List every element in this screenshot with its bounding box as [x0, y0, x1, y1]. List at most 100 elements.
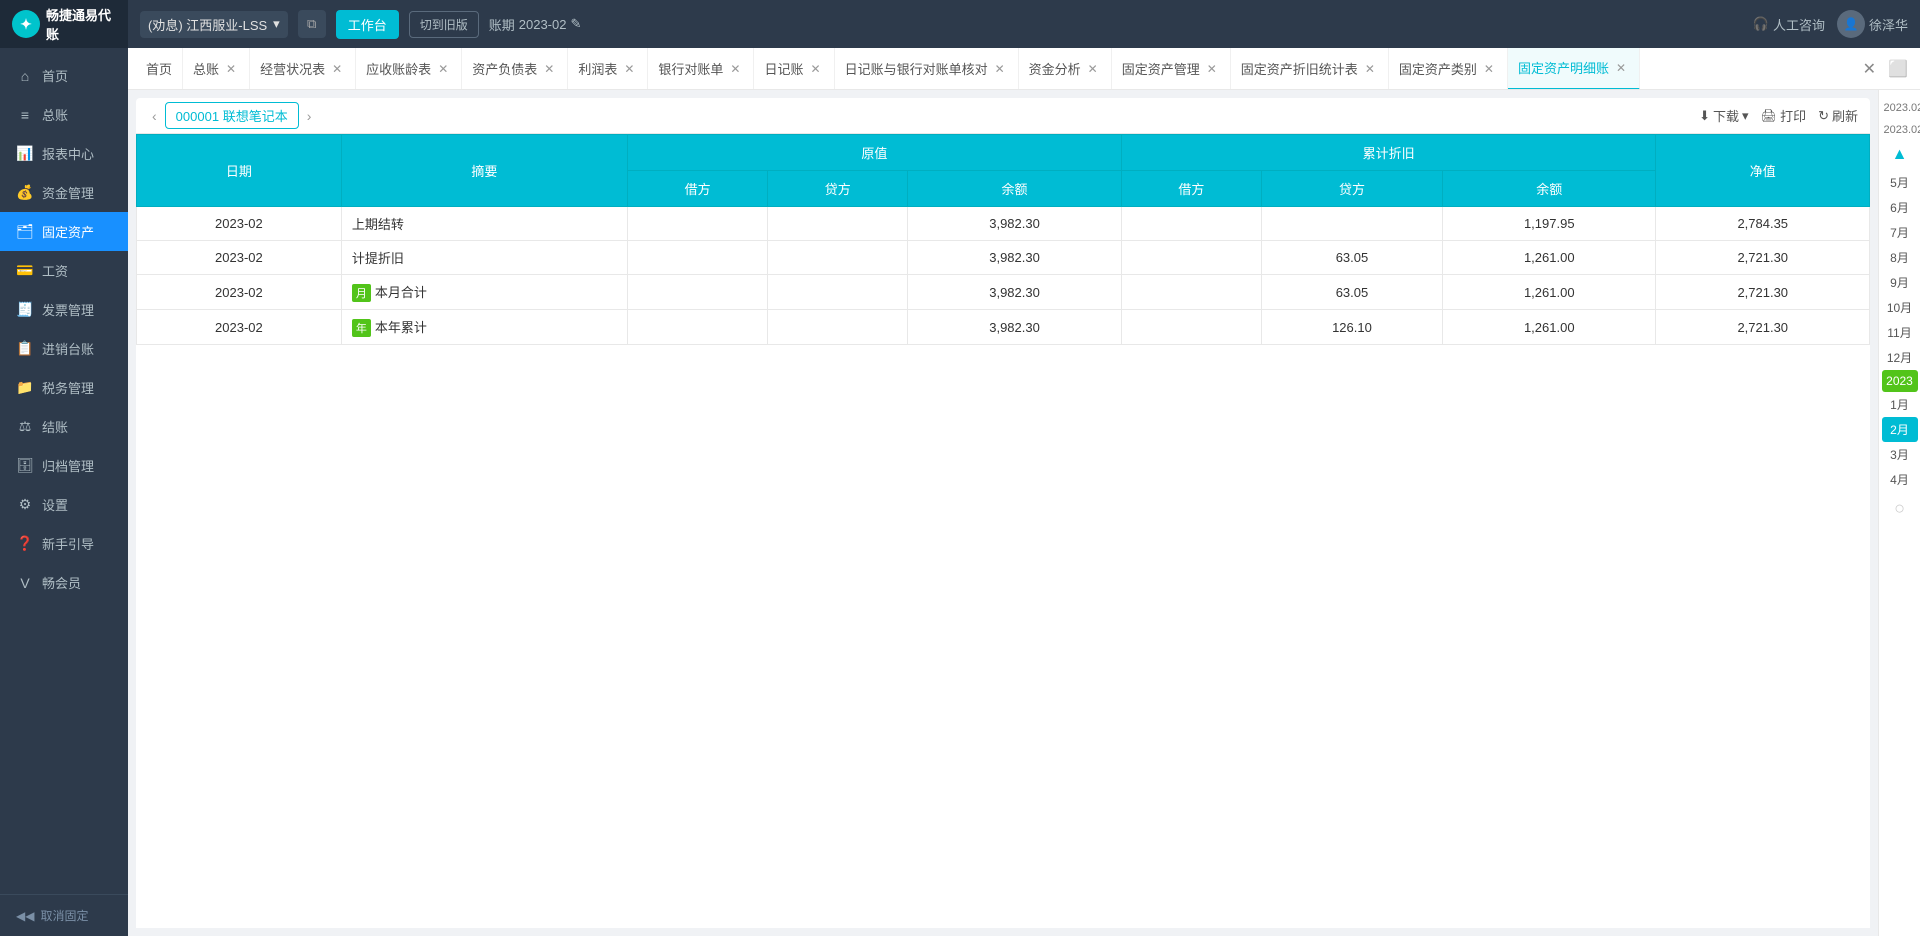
right-panel-month[interactable]: 9月: [1882, 270, 1918, 295]
user-menu[interactable]: 👤 徐泽华: [1837, 10, 1908, 38]
tab-close-bank-stmt[interactable]: ✕: [727, 61, 743, 77]
right-panel-month[interactable]: 11月: [1882, 320, 1918, 345]
tab-balance[interactable]: 资产负债表✕: [462, 48, 568, 90]
right-panel-month[interactable]: 6月: [1882, 195, 1918, 220]
right-panel-month[interactable]: 4月: [1882, 467, 1918, 492]
tab-label-home: 首页: [146, 59, 172, 78]
period-edit-icon[interactable]: ✎: [570, 16, 581, 32]
sidebar-item-reports[interactable]: 📊报表中心: [0, 134, 128, 173]
right-panel-month[interactable]: 5月: [1882, 170, 1918, 195]
tab-label-fa-category: 固定资产类别: [1399, 59, 1477, 78]
tab-journal-bank[interactable]: 日记账与银行对账单核对✕: [835, 48, 1019, 90]
sidebar-nav: ⌂首页≡总账📊报表中心💰资金管理🗂固定资产💳工资🧾发票管理📋进销台账📁税务管理⚖…: [0, 48, 128, 894]
tab-close-fa-category[interactable]: ✕: [1481, 61, 1497, 77]
sidebar-label-member: 畅会员: [42, 573, 81, 592]
right-panel-month[interactable]: 12月: [1882, 345, 1918, 370]
sidebar-item-salary[interactable]: 💳工资: [0, 251, 128, 290]
tax-icon: 📁: [16, 379, 34, 396]
sidebar-label-invoice: 发票管理: [42, 300, 94, 319]
user-name: 徐泽华: [1869, 15, 1908, 34]
oldver-button[interactable]: 切到旧版: [409, 11, 479, 38]
guide-icon: ❓: [16, 535, 34, 552]
tab-ledger[interactable]: 总账✕: [183, 48, 250, 90]
right-panel-month[interactable]: 3月: [1882, 442, 1918, 467]
tab-fund-analysis[interactable]: 资金分析✕: [1019, 48, 1112, 90]
cell-ad-debit: [1121, 310, 1261, 345]
tab-label-balance: 资产负债表: [472, 59, 537, 78]
tab-close-ledger[interactable]: ✕: [223, 61, 239, 77]
sidebar-item-home[interactable]: ⌂首页: [0, 56, 128, 95]
right-panel-period-top2: 2023.02: [1882, 120, 1918, 140]
logo-icon: ✦: [12, 10, 40, 38]
sidebar-label-funds: 资金管理: [42, 183, 94, 202]
right-panel-month[interactable]: 7月: [1882, 220, 1918, 245]
right-panel-up[interactable]: ▲: [1882, 142, 1918, 168]
table-container: 日期 摘要 原值 累计折旧 净值 借方 贷方 余额 借方 贷方 余额: [136, 134, 1870, 928]
tab-biz-status[interactable]: 经营状况表✕: [250, 48, 356, 90]
tab-journal[interactable]: 日记账✕: [754, 48, 834, 90]
close-all-tabs[interactable]: ✕: [1859, 55, 1880, 83]
service-link[interactable]: 🎧 人工咨询: [1753, 15, 1825, 34]
tab-fa-depreciation[interactable]: 固定资产折旧统计表✕: [1231, 48, 1389, 90]
company-dropdown-icon: ▾: [273, 16, 280, 32]
workbench-button[interactable]: 工作台: [336, 10, 399, 39]
tab-close-journal[interactable]: ✕: [808, 61, 824, 77]
tab-ar[interactable]: 应收账龄表✕: [356, 48, 462, 90]
col-ov-debit: 借方: [628, 171, 768, 207]
company-selector[interactable]: (劝息) 江西服业-LSS ▾: [140, 11, 288, 38]
tab-close-fa-mgmt[interactable]: ✕: [1204, 61, 1220, 77]
cell-ad-debit: [1121, 241, 1261, 275]
copy-button[interactable]: ⧉: [298, 10, 326, 38]
sidebar-footer[interactable]: ◀◀ 取消固定: [0, 894, 128, 936]
sidebar-label-archive: 归档管理: [42, 456, 94, 475]
sidebar-item-tax[interactable]: 📁税务管理: [0, 368, 128, 407]
tab-home[interactable]: 首页: [136, 48, 183, 90]
tab-close-journal-bank[interactable]: ✕: [992, 61, 1008, 77]
right-panel-month[interactable]: 8月: [1882, 245, 1918, 270]
sidebar-item-sales[interactable]: 📋进销台账: [0, 329, 128, 368]
download-btn[interactable]: ⬇ 下载 ▾: [1699, 106, 1748, 125]
tab-label-fa-detail: 固定资产明细账: [1518, 58, 1609, 77]
subnav-next[interactable]: ›: [303, 106, 316, 126]
asset-breadcrumb[interactable]: 000001 联想笔记本: [165, 102, 299, 129]
tab-close-fa-depreciation[interactable]: ✕: [1362, 61, 1378, 77]
tab-profit[interactable]: 利润表✕: [568, 48, 648, 90]
sidebar-item-guide[interactable]: ❓新手引导: [0, 524, 128, 563]
restore-tab[interactable]: ⬜: [1884, 55, 1912, 83]
salary-icon: 💳: [16, 262, 34, 279]
col-accumulated-depreciation: 累计折旧: [1121, 135, 1656, 171]
sidebar-item-ledger[interactable]: ≡总账: [0, 95, 128, 134]
tab-fa-mgmt[interactable]: 固定资产管理✕: [1112, 48, 1231, 90]
tab-close-fund-analysis[interactable]: ✕: [1085, 61, 1101, 77]
cell-net-value: 2,721.30: [1656, 241, 1870, 275]
cell-ov-debit: [628, 275, 768, 310]
sub-nav: ‹ 000001 联想笔记本 › ⬇ 下载 ▾ 🖨 打印: [136, 98, 1870, 134]
sidebar-item-member[interactable]: V畅会员: [0, 563, 128, 602]
tab-fa-detail[interactable]: 固定资产明细账✕: [1508, 48, 1640, 90]
tab-close-profit[interactable]: ✕: [621, 61, 637, 77]
right-panel-year-2023[interactable]: 2023: [1882, 370, 1918, 392]
tab-close-ar[interactable]: ✕: [435, 61, 451, 77]
sidebar-item-funds[interactable]: 💰资金管理: [0, 173, 128, 212]
col-ad-balance: 余额: [1443, 171, 1656, 207]
sidebar-item-fixed-assets[interactable]: 🗂固定资产: [0, 212, 128, 251]
subnav-prev[interactable]: ‹: [148, 106, 161, 126]
refresh-btn[interactable]: ↻ 刷新: [1818, 106, 1858, 125]
right-panel-month-active[interactable]: 2月: [1882, 417, 1918, 442]
sidebar-label-ledger: 总账: [42, 105, 68, 124]
sidebar-item-archive[interactable]: 🗄归档管理: [0, 446, 128, 485]
tab-fa-category[interactable]: 固定资产类别✕: [1389, 48, 1508, 90]
tab-label-fa-mgmt: 固定资产管理: [1122, 59, 1200, 78]
sidebar-label-settlement: 结账: [42, 417, 68, 436]
sidebar-item-invoice[interactable]: 🧾发票管理: [0, 290, 128, 329]
sidebar-item-settings[interactable]: ⚙设置: [0, 485, 128, 524]
right-panel-month[interactable]: 1月: [1882, 392, 1918, 417]
print-btn[interactable]: 🖨 打印: [1761, 106, 1807, 125]
tab-close-balance[interactable]: ✕: [541, 61, 557, 77]
tab-close-fa-detail[interactable]: ✕: [1613, 60, 1629, 76]
right-panel-month[interactable]: 10月: [1882, 295, 1918, 320]
tab-bank-stmt[interactable]: 银行对账单✕: [648, 48, 754, 90]
sidebar-item-settlement[interactable]: ⚖结账: [0, 407, 128, 446]
cell-summary: 计提折旧: [341, 241, 627, 275]
tab-close-biz-status[interactable]: ✕: [329, 61, 345, 77]
